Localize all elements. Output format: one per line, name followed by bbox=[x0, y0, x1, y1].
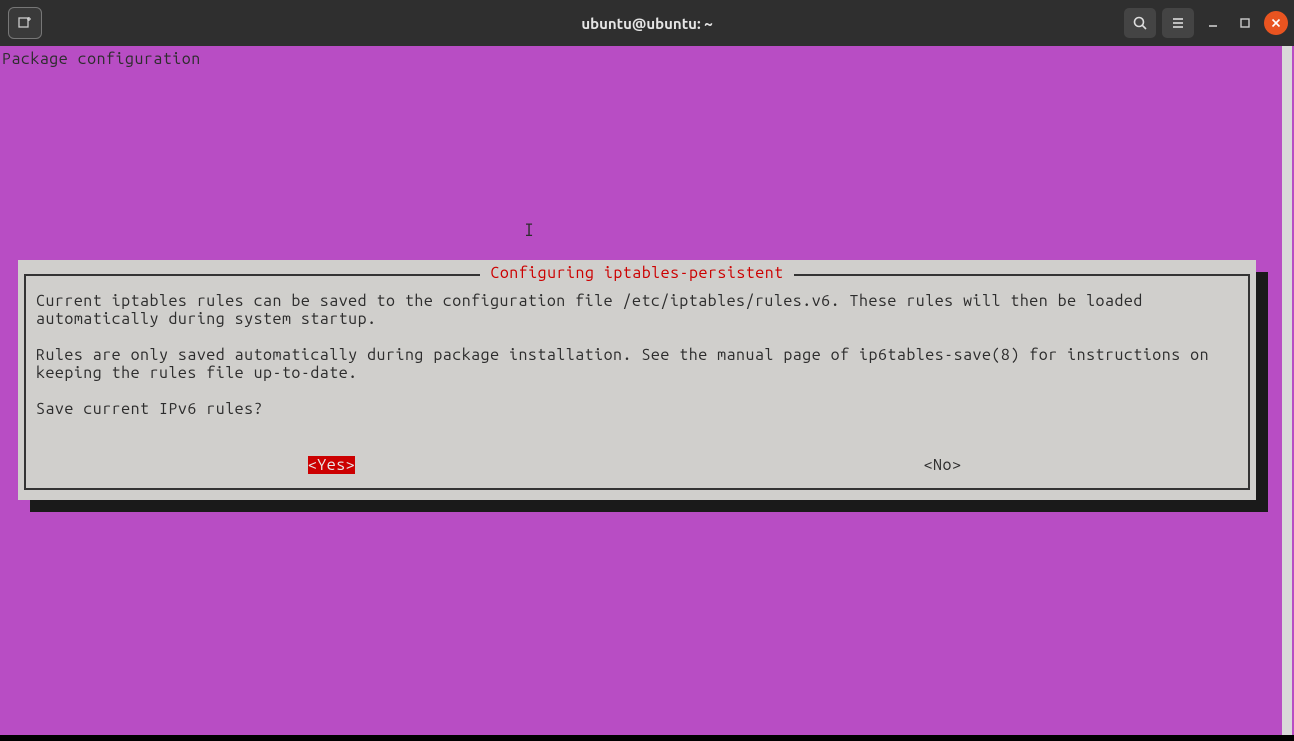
search-button[interactable] bbox=[1124, 8, 1156, 38]
package-config-header: Package configuration bbox=[2, 50, 201, 68]
dialog-paragraph-2: Rules are only saved automatically durin… bbox=[36, 346, 1238, 382]
new-tab-icon bbox=[17, 15, 33, 31]
dialog-title: Configuring iptables-persistent bbox=[480, 264, 793, 282]
dialog-paragraph-1: Current iptables rules can be saved to t… bbox=[36, 292, 1238, 328]
scrollbar[interactable] bbox=[1282, 46, 1292, 735]
titlebar: ubuntu@ubuntu: ~ bbox=[0, 0, 1294, 46]
terminal-window: ubuntu@ubuntu: ~ bbox=[0, 0, 1294, 741]
minimize-icon bbox=[1207, 17, 1219, 29]
no-button[interactable]: <No> bbox=[924, 456, 962, 474]
dialog-button-row: <Yes> <No> bbox=[26, 456, 1248, 474]
maximize-button[interactable] bbox=[1232, 10, 1258, 36]
text-cursor-icon: I bbox=[524, 220, 534, 240]
new-tab-button[interactable] bbox=[8, 7, 42, 39]
search-icon bbox=[1132, 15, 1148, 31]
window-title: ubuntu@ubuntu: ~ bbox=[0, 15, 1294, 32]
debconf-dialog: Configuring iptables-persistent Current … bbox=[18, 260, 1256, 500]
dialog-frame: Configuring iptables-persistent Current … bbox=[24, 274, 1250, 490]
close-icon bbox=[1271, 18, 1281, 28]
maximize-icon bbox=[1239, 17, 1251, 29]
minimize-button[interactable] bbox=[1200, 10, 1226, 36]
menu-button[interactable] bbox=[1162, 8, 1194, 38]
yes-button[interactable]: <Yes> bbox=[308, 456, 355, 474]
dialog-question: Save current IPv6 rules? bbox=[36, 400, 1238, 418]
hamburger-icon bbox=[1170, 15, 1186, 31]
terminal-content[interactable]: Package configuration I Configuring ipta… bbox=[0, 46, 1294, 735]
close-button[interactable] bbox=[1264, 11, 1288, 35]
